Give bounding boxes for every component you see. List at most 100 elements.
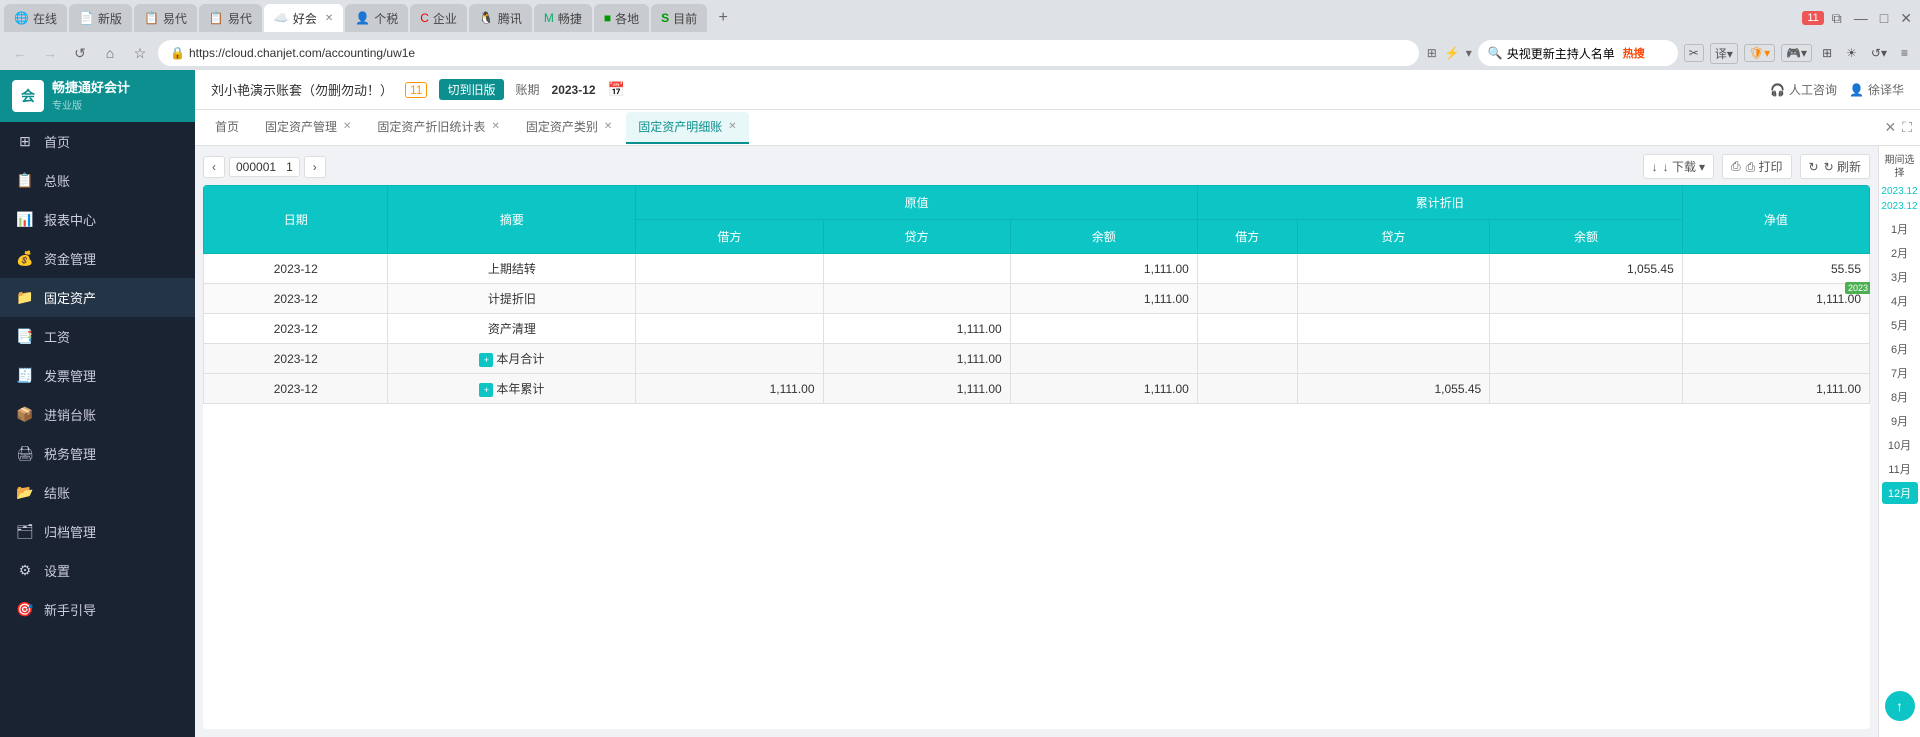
support-link[interactable]: 🎧 人工咨询 <box>1770 81 1837 98</box>
tab-online[interactable]: 🌐 在线 <box>4 4 67 32</box>
sidebar-item-home[interactable]: ⊞ 首页 <box>0 122 195 161</box>
sidebar-item-payroll[interactable]: 📑 工资 <box>0 317 195 356</box>
maximize-icon[interactable]: □ <box>1876 8 1892 28</box>
shield-icon[interactable]: 🛡▾ <box>1744 44 1775 62</box>
tab-asset-category[interactable]: 固定资产类别 ✕ <box>514 112 624 144</box>
month-item-12[interactable]: 12月 <box>1882 482 1918 504</box>
tab-close-icon[interactable]: ✕ <box>604 121 612 132</box>
refresh-icon: ↻ <box>1809 160 1819 174</box>
user-link[interactable]: 👤 徐译华 <box>1849 81 1904 98</box>
tab-depreciation-stats[interactable]: 固定资产折旧统计表 ✕ <box>365 112 511 144</box>
history-icon[interactable]: ↺▾ <box>1867 45 1891 61</box>
forward-button[interactable]: → <box>38 41 62 65</box>
month-item-10[interactable]: 10月 <box>1882 434 1918 456</box>
close-window-icon[interactable]: ✕ <box>1896 8 1916 29</box>
logo-text: 畅捷通好会计 <box>52 80 130 97</box>
sidebar-item-invoice[interactable]: 🧾 发票管理 <box>0 356 195 395</box>
sidebar-item-archive[interactable]: 🗂 归档管理 <box>0 512 195 551</box>
period-start-date[interactable]: 2023.12 <box>1879 184 1919 199</box>
sidebar-logo: 会 畅捷通好会计 专业版 <box>0 70 195 122</box>
tab-close-icon[interactable]: ✕ <box>325 13 333 24</box>
sidebar-item-fixed-assets[interactable]: 📁 固定资产 <box>0 278 195 317</box>
tab-label: 易代 <box>228 10 252 27</box>
extension-icon2[interactable]: ⚡ <box>1443 44 1462 62</box>
search-bar[interactable]: 🔍 央视更新主持人名单 热搜 <box>1478 40 1678 66</box>
tab-haokuai[interactable]: ☁️ 好会 ✕ <box>264 4 343 32</box>
tab-favicon: ■ <box>604 11 611 25</box>
account-name: 刘小艳演示账套（勿删勿动！） <box>211 80 393 99</box>
sidebar-item-label: 报表中心 <box>44 210 96 229</box>
next-page-button[interactable]: › <box>304 156 326 178</box>
sidebar-item-purchase-sales[interactable]: 📦 进销台账 <box>0 395 195 434</box>
year-badge: 2023 <box>1845 282 1870 294</box>
month-item-2[interactable]: 2月 <box>1882 242 1918 264</box>
tab-tencent[interactable]: 🐧 腾讯 <box>469 4 532 32</box>
month-item-8[interactable]: 8月 <box>1882 386 1918 408</box>
grid-icon[interactable]: ⊞ <box>1818 45 1836 61</box>
home-button[interactable]: ⌂ <box>98 41 122 65</box>
minimize-icon[interactable]: — <box>1850 8 1872 28</box>
print-button[interactable]: ⎙ ⎙ 打印 <box>1722 154 1792 179</box>
restore-window-icon[interactable]: ⧉ <box>1828 8 1846 29</box>
cell-date: 2023-12 <box>204 374 388 404</box>
sidebar-item-tax[interactable]: 🖨 税务管理 <box>0 434 195 473</box>
fullscreen-icon[interactable]: ⛶ <box>1902 119 1912 136</box>
scroll-to-top-button[interactable]: ↑ <box>1885 691 1915 721</box>
switch-version-button[interactable]: 切到旧版 <box>439 79 503 100</box>
new-tab-button[interactable]: + <box>709 4 737 32</box>
address-input[interactable]: 🔒 https://cloud.chanjet.com/accounting/u… <box>158 40 1419 66</box>
tab-muqian[interactable]: S 目前 <box>651 4 707 32</box>
month-item-6[interactable]: 6月 <box>1882 338 1918 360</box>
menu-icon[interactable]: ≡ <box>1897 45 1912 61</box>
month-item-4[interactable]: 4月 <box>1882 290 1918 312</box>
tab-close-icon[interactable]: ✕ <box>491 121 499 132</box>
tab-close-active-icon[interactable]: ✕ <box>728 121 736 132</box>
col-original-value: 原值 <box>636 186 1198 220</box>
scissors-icon[interactable]: ✂ <box>1684 44 1704 62</box>
refresh-button[interactable]: ↻ ↻ 刷新 <box>1800 154 1870 179</box>
dropdown-icon[interactable]: ▾ <box>1466 46 1472 60</box>
translate-icon[interactable]: 译▾ <box>1710 43 1738 64</box>
col-net-value: 净值 <box>1682 186 1869 254</box>
brightness-icon[interactable]: ☀ <box>1842 45 1861 61</box>
tab-favicon: C <box>420 11 429 25</box>
month-item-3[interactable]: 3月 <box>1882 266 1918 288</box>
tab-asset-detail-ledger[interactable]: 固定资产明细账 ✕ <box>626 112 748 144</box>
tab-changjie[interactable]: M 畅捷 <box>534 4 592 32</box>
sidebar-item-reports[interactable]: 📊 报表中心 <box>0 200 195 239</box>
calendar-icon[interactable]: 📅 <box>608 81 625 98</box>
gamepad-icon[interactable]: 🎮▾ <box>1781 44 1812 62</box>
bookmark-button[interactable]: ☆ <box>128 41 152 65</box>
right-panel: 期间选择 2023.12 2023.12 1月 2月 3月 4月 5月 6月 7… <box>1878 146 1920 737</box>
tab-yidai1[interactable]: 📋 易代 <box>134 4 197 32</box>
sidebar-item-general-ledger[interactable]: 📋 总账 <box>0 161 195 200</box>
sidebar-item-funds[interactable]: 💰 资金管理 <box>0 239 195 278</box>
cell-orig-credit: 1,111.00 <box>823 314 1010 344</box>
cell-summary: +本月合计 <box>388 344 636 374</box>
download-button[interactable]: ↓ ↓ 下载 ▾ <box>1643 154 1714 179</box>
back-button[interactable]: ← <box>8 41 32 65</box>
tab-geshui[interactable]: 👤 个税 <box>345 4 408 32</box>
sidebar-item-closing[interactable]: 📂 结账 <box>0 473 195 512</box>
tab-label: 首页 <box>215 118 239 135</box>
reload-button[interactable]: ↺ <box>68 41 92 65</box>
sidebar-item-settings[interactable]: ⚙ 设置 <box>0 551 195 590</box>
prev-page-button[interactable]: ‹ <box>203 156 225 178</box>
tab-yidai2[interactable]: 📋 易代 <box>199 4 262 32</box>
month-item-5[interactable]: 5月 <box>1882 314 1918 336</box>
tab-gedi[interactable]: ■ 各地 <box>594 4 649 32</box>
month-item-1[interactable]: 1月 <box>1882 218 1918 240</box>
tab-close-icon[interactable]: ✕ <box>343 121 351 132</box>
headset-icon: 🎧 <box>1770 83 1785 97</box>
month-item-9[interactable]: 9月 <box>1882 410 1918 432</box>
period-end-date[interactable]: 2023.12 <box>1879 199 1919 214</box>
sidebar-item-guide[interactable]: 🎯 新手引导 <box>0 590 195 629</box>
tab-home[interactable]: 首页 <box>203 112 251 144</box>
tab-fixed-assets-manage[interactable]: 固定资产管理 ✕ <box>253 112 363 144</box>
month-item-7[interactable]: 7月 <box>1882 362 1918 384</box>
tab-new[interactable]: 📄 新版 <box>69 4 132 32</box>
month-item-11[interactable]: 11月 <box>1882 458 1918 480</box>
tab-qiye[interactable]: C 企业 <box>410 4 467 32</box>
close-page-icon[interactable]: ✕ <box>1884 119 1896 136</box>
extension-icon1[interactable]: ⊞ <box>1425 44 1439 62</box>
